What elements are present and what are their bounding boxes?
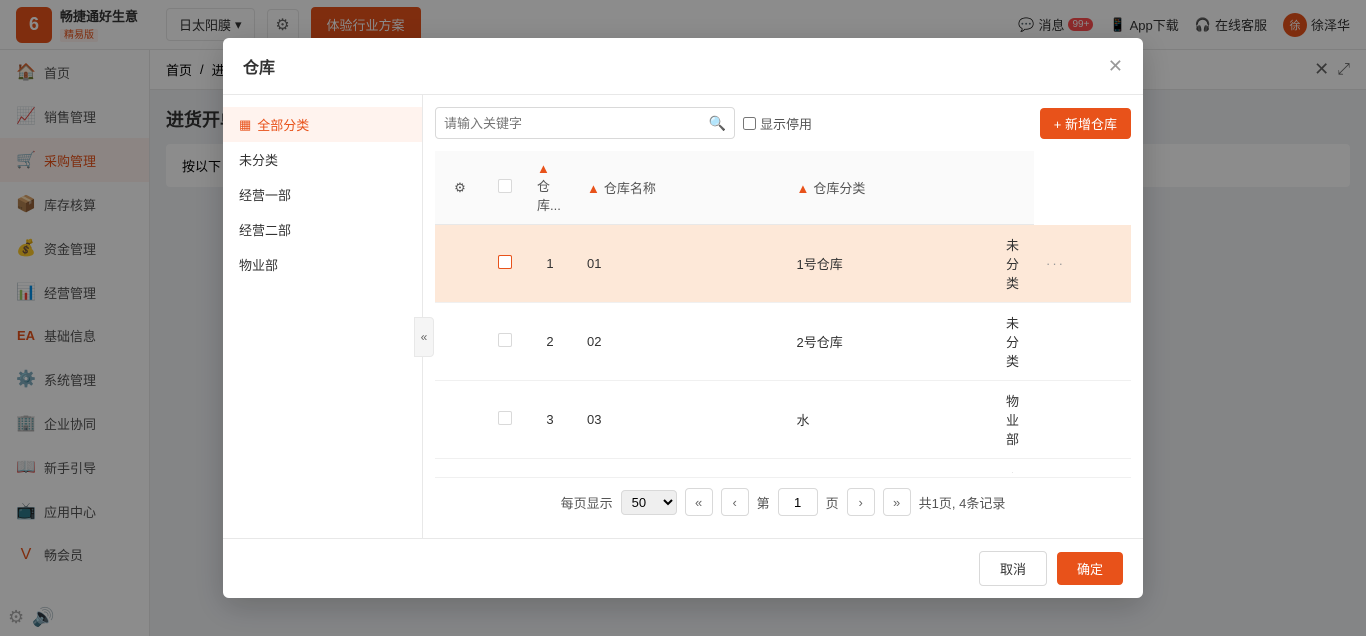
confirm-button[interactable]: 确定 bbox=[1057, 552, 1123, 585]
show-disabled-checkbox-label[interactable]: 显示停用 bbox=[743, 114, 812, 133]
prev-page-button[interactable]: ‹ bbox=[721, 488, 749, 516]
dialog-title: 仓库 bbox=[243, 54, 275, 78]
row-check-cell[interactable] bbox=[485, 303, 525, 381]
row-check-cell[interactable] bbox=[485, 225, 525, 303]
row-code: 02 bbox=[575, 303, 785, 381]
search-input[interactable] bbox=[444, 116, 709, 131]
dialog-header: 仓库 ✕ bbox=[223, 38, 1143, 95]
tree-item-ops2[interactable]: 经营二部 bbox=[223, 212, 422, 247]
select-all-checkbox[interactable] bbox=[498, 179, 512, 193]
row-check-cell[interactable] bbox=[485, 381, 525, 459]
page-number-input[interactable] bbox=[778, 488, 818, 516]
row-check-cell[interactable] bbox=[485, 459, 525, 474]
page-end-label: 页 bbox=[826, 493, 839, 512]
warehouse-dialog: 仓库 ✕ « ▦ 全部分类 未分类 经营一部 经营二部 bbox=[223, 38, 1143, 598]
first-page-button[interactable]: « bbox=[685, 488, 713, 516]
dialog-close-button[interactable]: ✕ bbox=[1108, 56, 1123, 77]
col-header-check bbox=[485, 151, 525, 225]
dialog-body: « ▦ 全部分类 未分类 经营一部 经营二部 物业部 bbox=[223, 95, 1143, 538]
row-actions: ··· bbox=[1034, 225, 1131, 303]
dialog-footer: 取消 确定 bbox=[223, 538, 1143, 598]
col-header-gear: ⚙ bbox=[435, 151, 485, 225]
category-tree-panel: « ▦ 全部分类 未分类 经营一部 经营二部 物业部 bbox=[223, 95, 423, 538]
row-index: 3 bbox=[525, 381, 575, 459]
row-checkbox[interactable] bbox=[498, 255, 512, 269]
row-gear-cell bbox=[435, 459, 485, 474]
table-toolbar: 🔍 显示停用 + 新增仓库 bbox=[435, 107, 1131, 139]
row-code: 01 bbox=[575, 225, 785, 303]
row-category: 未分类 bbox=[994, 303, 1034, 381]
warehouse-table: ⚙ ▲仓库... ▲仓库名称 bbox=[435, 151, 1131, 473]
table-row[interactable]: 2 02 2号仓库 未分类 bbox=[435, 303, 1131, 381]
pagination: 每页显示 50 10 20 100 « ‹ 第 页 bbox=[435, 477, 1131, 526]
row-gear-cell bbox=[435, 381, 485, 459]
row-checkbox[interactable] bbox=[498, 333, 512, 347]
tree-item-property[interactable]: 物业部 bbox=[223, 247, 422, 282]
table-row[interactable]: 4 DEFAULT 总仓 未分类 bbox=[435, 459, 1131, 474]
row-index: 1 bbox=[525, 225, 575, 303]
modal-overlay: 仓库 ✕ « ▦ 全部分类 未分类 经营一部 经营二部 bbox=[0, 0, 1366, 636]
gear-icon: ⚙ bbox=[454, 180, 466, 195]
grid-icon: ▦ bbox=[239, 117, 251, 133]
page-size-select[interactable]: 50 10 20 100 bbox=[621, 490, 677, 515]
table-row[interactable]: 1 01 1号仓库 未分类 ··· bbox=[435, 225, 1131, 303]
row-index: 2 bbox=[525, 303, 575, 381]
page-label: 第 bbox=[757, 493, 770, 512]
page-size-label: 每页显示 bbox=[561, 493, 613, 512]
col-header-name: ▲仓库名称 bbox=[575, 151, 785, 225]
col-header-code: ▲仓库... bbox=[525, 151, 575, 225]
row-name: 总仓 bbox=[785, 459, 995, 474]
tree-collapse-button[interactable]: « bbox=[414, 317, 434, 357]
row-actions bbox=[1034, 303, 1131, 381]
row-category: 未分类 bbox=[994, 459, 1034, 474]
search-icon[interactable]: 🔍 bbox=[709, 115, 726, 132]
next-page-button[interactable]: › bbox=[847, 488, 875, 516]
row-category: 未分类 bbox=[994, 225, 1034, 303]
last-page-button[interactable]: » bbox=[883, 488, 911, 516]
row-actions bbox=[1034, 459, 1131, 474]
row-category: 物业部 bbox=[994, 381, 1034, 459]
row-actions bbox=[1034, 381, 1131, 459]
cancel-button[interactable]: 取消 bbox=[979, 551, 1047, 586]
tree-item-ops1[interactable]: 经营一部 bbox=[223, 177, 422, 212]
row-gear-cell bbox=[435, 225, 485, 303]
row-code: 03 bbox=[575, 381, 785, 459]
row-name: 1号仓库 bbox=[785, 225, 995, 303]
table-panel: 🔍 显示停用 + 新增仓库 ⚙ bbox=[423, 95, 1143, 538]
row-name: 水 bbox=[785, 381, 995, 459]
col-header-actions bbox=[994, 151, 1034, 225]
table-row[interactable]: 3 03 水 物业部 bbox=[435, 381, 1131, 459]
row-checkbox[interactable] bbox=[498, 411, 512, 425]
search-input-wrap: 🔍 bbox=[435, 107, 735, 139]
tree-item-unclassified[interactable]: 未分类 bbox=[223, 142, 422, 177]
col-header-category: ▲仓库分类 bbox=[785, 151, 995, 225]
row-gear-cell bbox=[435, 303, 485, 381]
row-name: 2号仓库 bbox=[785, 303, 995, 381]
row-code: DEFAULT bbox=[575, 459, 785, 474]
total-records: 共1页, 4条记录 bbox=[919, 493, 1006, 512]
row-index: 4 bbox=[525, 459, 575, 474]
show-disabled-checkbox[interactable] bbox=[743, 117, 756, 130]
tree-item-all[interactable]: ▦ 全部分类 bbox=[223, 107, 422, 142]
add-warehouse-button[interactable]: + 新增仓库 bbox=[1040, 108, 1131, 139]
